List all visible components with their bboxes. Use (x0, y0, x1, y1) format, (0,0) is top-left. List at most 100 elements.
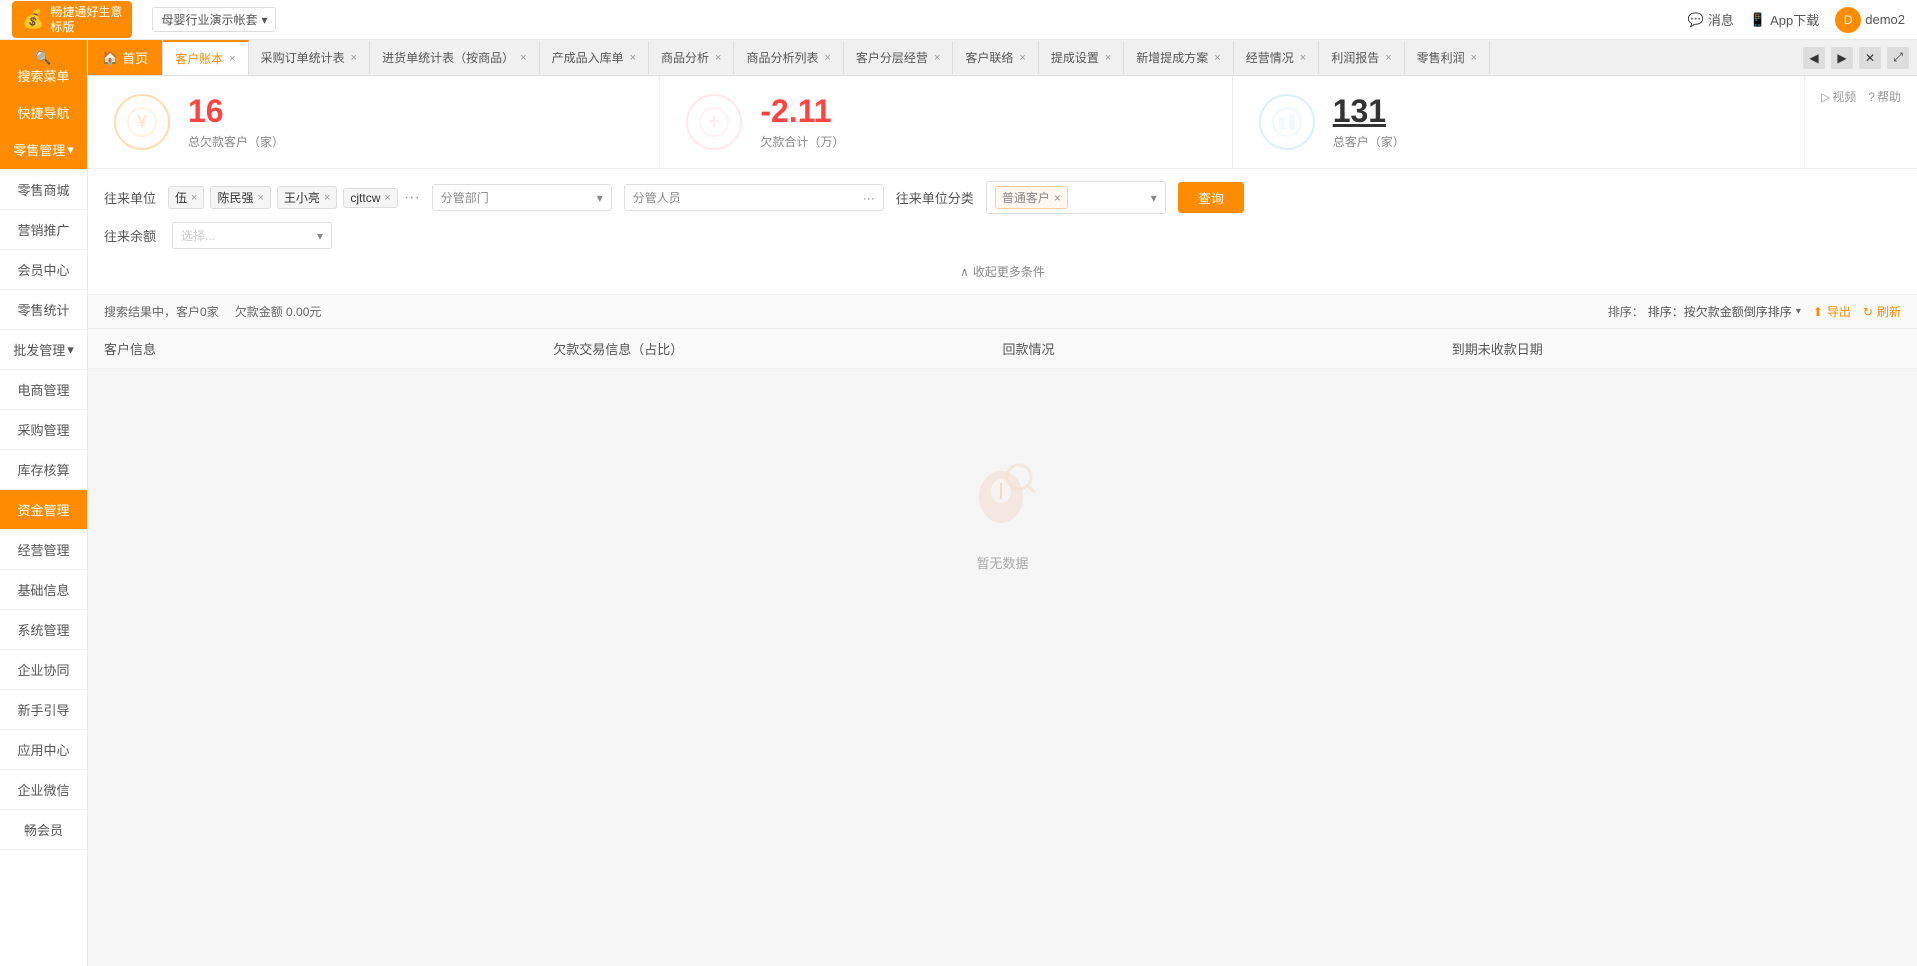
query-btn[interactable]: 查询 (1178, 182, 1244, 213)
sidebar-item-retail-stats[interactable]: 零售统计 (0, 290, 87, 330)
unit-category-tag-close[interactable]: × (1054, 191, 1061, 205)
collapse-btn[interactable]: ∧ 收起更多条件 (104, 257, 1901, 282)
unit-category-label: 往来单位分类 (896, 188, 974, 207)
tab-close-goods[interactable]: × (715, 52, 721, 64)
tab-new-improve[interactable]: 新增提成方案 × (1124, 41, 1233, 74)
stat-label-debt: 欠款合计（万） (760, 133, 844, 150)
sidebar-item-member[interactable]: 会员中心 (0, 250, 87, 290)
sidebar-item-collab[interactable]: 企业协同 (0, 650, 87, 690)
video-btn[interactable]: ▷ 视频 (1821, 88, 1856, 105)
query-btn-label: 查询 (1198, 191, 1224, 206)
sidebar-item-wechat[interactable]: 企业微信 (0, 770, 87, 810)
tab-customer-segment[interactable]: 客户分层经营 × (844, 41, 953, 74)
filter-tag-wang-close[interactable]: × (324, 192, 330, 204)
video-icon: ▷ (1821, 90, 1830, 104)
tab-close-improve[interactable]: × (1105, 52, 1111, 64)
sidebar-item-retail-mgmt[interactable]: 零售管理 ▾ (0, 130, 87, 170)
tab-home[interactable]: 🏠 首页 (88, 40, 163, 75)
tab-profit-report[interactable]: 利润报告 × (1319, 41, 1404, 74)
stat-total-customers: 131 总客户（家） (1233, 76, 1804, 168)
demo-select[interactable]: 母婴行业演示帐套 ▾ (152, 7, 276, 32)
branch-dept-select[interactable]: 分管部门 ▾ (432, 184, 612, 211)
branch-person-select[interactable]: 分管人员 ··· (624, 184, 884, 211)
tab-close-cost[interactable]: × (630, 52, 636, 64)
sidebar-item-system[interactable]: 系统管理 (0, 610, 87, 650)
sidebar-item-vip[interactable]: 畅会员 (0, 810, 87, 850)
user-avatar-area[interactable]: D demo2 (1835, 7, 1905, 33)
filter-tag-wang: 王小亮 × (277, 186, 337, 209)
building-circle-icon (1259, 94, 1315, 150)
tab-goods-list[interactable]: 商品分析列表 × (734, 41, 843, 74)
unit-category-select[interactable]: 普通客户 × ▾ (986, 181, 1166, 214)
sidebar-quick-nav[interactable]: 快捷导航 (0, 95, 87, 130)
sidebar-label-apps: 应用中心 (17, 743, 69, 758)
sidebar-item-operations[interactable]: 经营管理 (0, 530, 87, 570)
tab-close-profit[interactable]: × (1385, 52, 1391, 64)
top-right-area: 💬 消息 📱 App下载 D demo2 (1688, 7, 1905, 33)
tab-bar: 🏠 首页 客户账本 × 采购订单统计表 × 进货单统计表（按商品） × 产成品入… (88, 40, 1917, 76)
yuan-circle-icon: ¥ (114, 94, 170, 150)
filter-tag-wu-close[interactable]: × (191, 192, 197, 204)
tab-close-all-btn[interactable]: ✕ (1859, 47, 1881, 69)
tab-close-purchase[interactable]: × (351, 52, 357, 64)
tab-close-import[interactable]: × (520, 52, 526, 64)
sidebar-item-ecommerce[interactable]: 电商管理 (0, 370, 87, 410)
sidebar-item-finance[interactable]: 资金管理 (0, 490, 87, 530)
tab-ops-status[interactable]: 经营情况 × (1234, 41, 1319, 74)
tab-customer-balance[interactable]: 客户账本 × (163, 40, 248, 75)
tab-goods-analysis[interactable]: 商品分析 × (649, 41, 734, 74)
tab-cost-instock-label: 产成品入库单 (552, 49, 624, 66)
sidebar-search-label: 搜索菜单 (0, 66, 87, 85)
sidebar-label-collab: 企业协同 (17, 663, 69, 678)
tab-close-ops[interactable]: × (1300, 52, 1306, 64)
message-btn[interactable]: 💬 消息 (1688, 10, 1734, 29)
tab-fullscreen-btn[interactable]: ⤢ (1887, 47, 1909, 69)
mobile-icon: 📱 (1750, 12, 1766, 28)
top-bar: 💰 畅捷通好生意 标版 母婴行业演示帐套 ▾ 💬 消息 📱 App下载 D de… (0, 0, 1917, 40)
tab-purchase-order-label: 采购订单统计表 (261, 49, 345, 66)
tab-close-segment[interactable]: × (934, 52, 940, 64)
tab-import-stats[interactable]: 进货单统计表（按商品） × (370, 41, 539, 74)
sidebar-label-inventory: 库存核算 (17, 463, 69, 478)
content-area: 🏠 首页 客户账本 × 采购订单统计表 × 进货单统计表（按商品） × 产成品入… (88, 40, 1917, 966)
tab-close-contact[interactable]: × (1019, 52, 1025, 64)
tab-close-retail[interactable]: × (1471, 52, 1477, 64)
tab-improve-settings[interactable]: 提成设置 × (1039, 41, 1124, 74)
sidebar: 🔍 搜索菜单 快捷导航 零售管理 ▾ 零售商城 营销推广 会员中心 零售统计 批… (0, 40, 88, 966)
filter-more-btn[interactable]: ··· (404, 189, 420, 207)
sidebar-item-marketing[interactable]: 营销推广 (0, 210, 87, 250)
tab-purchase-order[interactable]: 采购订单统计表 × (249, 41, 370, 74)
app-download-btn[interactable]: 📱 App下载 (1750, 10, 1819, 29)
refresh-icon: ↻ (1863, 305, 1873, 319)
tab-close-new-improve[interactable]: × (1214, 52, 1220, 64)
tab-prev-btn[interactable]: ◀ (1803, 47, 1825, 69)
tab-cost-instock[interactable]: 产成品入库单 × (540, 41, 649, 74)
sidebar-item-inventory[interactable]: 库存核算 (0, 450, 87, 490)
filter-tag-wu: 伍 × (168, 186, 204, 209)
balance-select[interactable]: 选择... ▾ (172, 222, 332, 249)
tab-close-goods-list[interactable]: × (824, 52, 830, 64)
debt-circle-icon: + (686, 94, 742, 150)
sidebar-item-purchase[interactable]: 采购管理 (0, 410, 87, 450)
export-btn[interactable]: ⬆ 导出 (1813, 303, 1851, 320)
sidebar-item-wholesale[interactable]: 批发管理 ▾ (0, 330, 87, 370)
sidebar-label-retail-mall: 零售商城 (17, 183, 69, 198)
tab-customer-contact[interactable]: 客户联络 × (953, 41, 1038, 74)
tab-close-customer-balance[interactable]: × (229, 53, 235, 65)
tab-goods-analysis-label: 商品分析 (661, 49, 709, 66)
tab-retail-profit[interactable]: 零售利润 × (1405, 41, 1490, 74)
filter-tag-cjttcw-close[interactable]: × (384, 192, 390, 204)
sort-select[interactable]: 排序： 排序：按欠款金额倒序排序 ▾ (1608, 303, 1801, 320)
sidebar-item-basics[interactable]: 基础信息 (0, 570, 87, 610)
help-btn[interactable]: ? 帮助 (1868, 88, 1901, 105)
sidebar-item-apps[interactable]: 应用中心 (0, 730, 87, 770)
sidebar-search[interactable]: 🔍 搜索菜单 (0, 40, 87, 95)
unit-category-tag-label: 普通客户 (1002, 189, 1050, 206)
sidebar-item-retail-mall[interactable]: 零售商城 (0, 170, 87, 210)
collapse-label: 收起更多条件 (973, 263, 1045, 280)
tab-next-btn[interactable]: ▶ (1831, 47, 1853, 69)
sidebar-item-newbie[interactable]: 新手引导 (0, 690, 87, 730)
refresh-btn[interactable]: ↻ 刷新 (1863, 303, 1901, 320)
message-label: 消息 (1708, 10, 1734, 29)
filter-tag-chen-close[interactable]: × (257, 192, 263, 204)
